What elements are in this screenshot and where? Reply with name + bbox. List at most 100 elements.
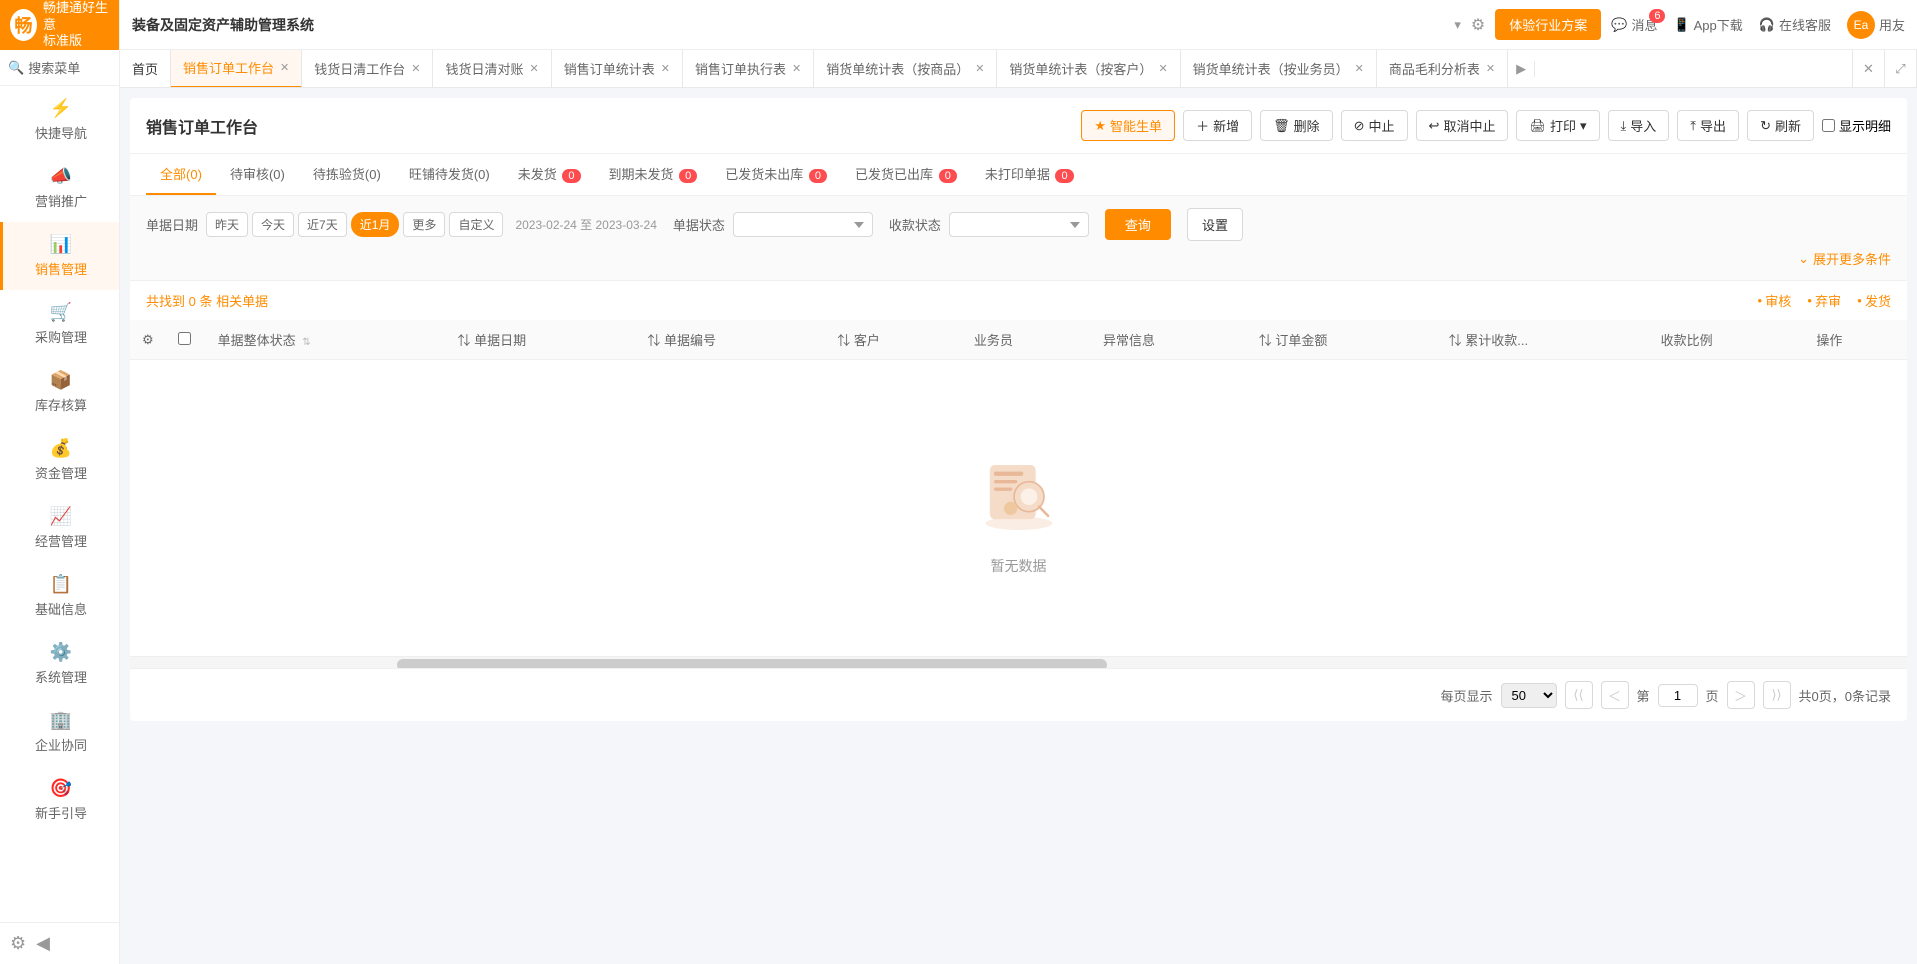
date-btn-yesterday[interactable]: 昨天 bbox=[206, 212, 248, 237]
import-btn[interactable]: ⤓ 导入 bbox=[1608, 110, 1670, 141]
pagination-next-btn[interactable]: ＞ bbox=[1727, 681, 1755, 709]
collapse-icon[interactable]: ◀ bbox=[36, 933, 50, 954]
export-btn[interactable]: ⤒ 导出 bbox=[1677, 110, 1739, 141]
sidebar-item-beginner[interactable]: 🎯 新手引导 bbox=[0, 766, 119, 834]
tab-close-sales-order[interactable]: ✕ bbox=[280, 61, 289, 74]
filter-tab-all[interactable]: 全部(0) bbox=[146, 154, 216, 195]
tab-sales-order-stats[interactable]: 销售订单统计表 ✕ bbox=[552, 50, 683, 88]
sidebar-item-sales[interactable]: 📊 销售管理 bbox=[0, 222, 119, 290]
date-btn-custom[interactable]: 自定义 bbox=[449, 212, 503, 237]
filter-tab-wangpu[interactable]: 旺铺待发货(0) bbox=[395, 154, 504, 195]
filter-tab-pending-review[interactable]: 待审核(0) bbox=[216, 154, 299, 195]
date-btn-today[interactable]: 今天 bbox=[252, 212, 294, 237]
refresh-btn[interactable]: ↻ 刷新 bbox=[1747, 110, 1814, 141]
tab-sales-stats-salesperson[interactable]: 销货单统计表（按业务员） ✕ bbox=[1181, 50, 1377, 88]
tab-close-sales-stats-salesperson[interactable]: ✕ bbox=[1355, 62, 1364, 75]
headset-icon: 🎧 bbox=[1759, 17, 1775, 33]
suspend-btn[interactable]: ⊘ 中止 bbox=[1341, 110, 1408, 141]
sort-collected-icon[interactable]: ⇅ bbox=[1449, 333, 1462, 348]
pagination-last-btn[interactable]: ⟩⟩ bbox=[1763, 681, 1791, 709]
tab-close-sales-stats-product[interactable]: ✕ bbox=[975, 62, 984, 75]
filter-tab-shipped-not-out[interactable]: 已发货未出库 0 bbox=[711, 154, 841, 195]
date-btn-last1m[interactable]: 近1月 bbox=[351, 212, 400, 237]
messages-action[interactable]: 💬 消息 6 bbox=[1611, 15, 1657, 34]
horizontal-scrollbar[interactable] bbox=[130, 656, 1907, 668]
topbar-settings-icon[interactable]: ⚙ bbox=[1471, 15, 1485, 35]
sidebar-search[interactable]: 🔍 搜索菜单 bbox=[0, 50, 119, 86]
sidebar-item-system[interactable]: ⚙️ 系统管理 bbox=[0, 630, 119, 698]
date-btn-more[interactable]: 更多 bbox=[403, 212, 445, 237]
tabs-close-all-btn[interactable]: ✕ bbox=[1853, 50, 1885, 88]
pagination-prev-btn[interactable]: ＜ bbox=[1601, 681, 1629, 709]
settings-bottom-icon[interactable]: ⚙ bbox=[10, 933, 26, 954]
tab-sales-order-exec[interactable]: 销售订单执行表 ✕ bbox=[683, 50, 814, 88]
per-page-select[interactable]: 50 100 bbox=[1501, 683, 1557, 708]
topbar: 装备及固定资产辅助管理系统 ▾ ⚙ 体验行业方案 💬 消息 6 📱 App下载 … bbox=[120, 0, 1917, 50]
tabs-more-arrow[interactable]: ▶ bbox=[1508, 61, 1535, 77]
page-suffix-label: 页 bbox=[1706, 686, 1719, 705]
tab-sales-order-workbench[interactable]: 销售订单工作台 ✕ bbox=[171, 50, 302, 88]
sort-customer-icon[interactable]: ⇅ bbox=[837, 333, 850, 348]
filter-tab-pending-inspect[interactable]: 待拣验货(0) bbox=[299, 154, 395, 195]
sidebar-item-operations[interactable]: 📈 经营管理 bbox=[0, 494, 119, 562]
sidebar-item-quick-nav[interactable]: ⚡ 快捷导航 bbox=[0, 86, 119, 154]
select-all-checkbox[interactable] bbox=[178, 332, 191, 345]
sort-number-icon[interactable]: ⇅ bbox=[647, 333, 660, 348]
tab-close-product-gross-profit[interactable]: ✕ bbox=[1486, 62, 1495, 75]
tab-close-cash-reconcile[interactable]: ✕ bbox=[530, 62, 539, 75]
show-detail-checkbox[interactable] bbox=[1822, 119, 1835, 132]
payment-select[interactable] bbox=[949, 212, 1089, 237]
sidebar-item-enterprise[interactable]: 🏢 企业协同 bbox=[0, 698, 119, 766]
page-number-input[interactable] bbox=[1658, 684, 1698, 707]
review-action-btn[interactable]: 审核 bbox=[1757, 291, 1791, 310]
date-btn-last7[interactable]: 近7天 bbox=[298, 212, 347, 237]
tab-sales-stats-product[interactable]: 销货单统计表（按商品） ✕ bbox=[814, 50, 997, 88]
column-settings-icon[interactable]: ⚙ bbox=[142, 332, 154, 347]
query-btn[interactable]: 查询 bbox=[1105, 209, 1171, 240]
print-btn[interactable]: 🖨 打印 ▾ bbox=[1516, 110, 1599, 141]
sidebar-item-basic-info[interactable]: 📋 基础信息 bbox=[0, 562, 119, 630]
setting-btn[interactable]: 设置 bbox=[1187, 208, 1243, 241]
cancel-review-action-btn[interactable]: 弃审 bbox=[1807, 291, 1841, 310]
tab-cash-reconcile[interactable]: 钱货日清对账 ✕ bbox=[433, 50, 551, 88]
tab-sales-stats-customer[interactable]: 销货单统计表（按客户） ✕ bbox=[997, 50, 1180, 88]
topbar-dropdown-icon[interactable]: ▾ bbox=[1454, 17, 1461, 33]
tab-home[interactable]: 首页 bbox=[120, 50, 171, 88]
sidebar-item-finance[interactable]: 💰 资金管理 bbox=[0, 426, 119, 494]
smart-create-btn[interactable]: ★ 智能生单 bbox=[1081, 110, 1175, 141]
status-select[interactable] bbox=[733, 212, 873, 237]
tab-close-cash-daily[interactable]: ✕ bbox=[411, 62, 420, 75]
sidebar-bottom: ⚙ ◀ bbox=[0, 922, 119, 964]
experience-btn[interactable]: 体验行业方案 bbox=[1495, 9, 1601, 40]
message-icon: 💬 bbox=[1611, 17, 1627, 33]
pagination-total: 共0页，0条记录 bbox=[1799, 686, 1891, 705]
tabs-maximize-btn[interactable]: ⤢ bbox=[1885, 50, 1917, 88]
filter-tab-overdue-not-shipped[interactable]: 到期未发货 0 bbox=[595, 154, 712, 195]
expand-conditions-btn[interactable]: ⌄ 展开更多条件 bbox=[1798, 249, 1891, 268]
user-avatar: Ea bbox=[1847, 11, 1875, 39]
sort-status-icon[interactable]: ⇅ bbox=[302, 337, 310, 348]
delete-btn[interactable]: 🗑 删除 bbox=[1260, 110, 1333, 141]
online-service-action[interactable]: 🎧 在线客服 bbox=[1759, 15, 1831, 34]
sort-amount-icon[interactable]: ⇅ bbox=[1259, 333, 1272, 348]
tab-close-sales-stats-customer[interactable]: ✕ bbox=[1158, 62, 1167, 75]
filter-tab-not-printed[interactable]: 未打印单据 0 bbox=[971, 154, 1088, 195]
tab-close-sales-order-stats[interactable]: ✕ bbox=[661, 62, 670, 75]
sort-date-icon[interactable]: ⇅ bbox=[457, 333, 470, 348]
pagination-first-btn[interactable]: ⟨⟨ bbox=[1565, 681, 1593, 709]
user-action[interactable]: Ea 用友 bbox=[1847, 11, 1905, 39]
ship-action-btn[interactable]: 发货 bbox=[1857, 291, 1891, 310]
new-btn[interactable]: ＋ 新增 bbox=[1183, 110, 1252, 141]
sidebar-item-marketing[interactable]: 📣 营销推广 bbox=[0, 154, 119, 222]
filter-tab-not-shipped[interactable]: 未发货 0 bbox=[504, 154, 595, 195]
tab-cash-daily[interactable]: 钱货日清工作台 ✕ bbox=[302, 50, 433, 88]
tab-close-sales-order-exec[interactable]: ✕ bbox=[792, 62, 801, 75]
filter-tab-shipped-out[interactable]: 已发货已出库 0 bbox=[841, 154, 971, 195]
sidebar-item-inventory[interactable]: 📦 库存核算 bbox=[0, 358, 119, 426]
th-payment-ratio: 收款比例 bbox=[1649, 320, 1805, 360]
tab-product-gross-profit[interactable]: 商品毛利分析表 ✕ bbox=[1377, 50, 1508, 88]
show-detail-label[interactable]: 显示明细 bbox=[1822, 116, 1891, 135]
app-download-action[interactable]: 📱 App下载 bbox=[1673, 15, 1742, 34]
cancel-suspend-btn[interactable]: ↩ 取消中止 bbox=[1416, 110, 1509, 141]
sidebar-item-purchase[interactable]: 🛒 采购管理 bbox=[0, 290, 119, 358]
